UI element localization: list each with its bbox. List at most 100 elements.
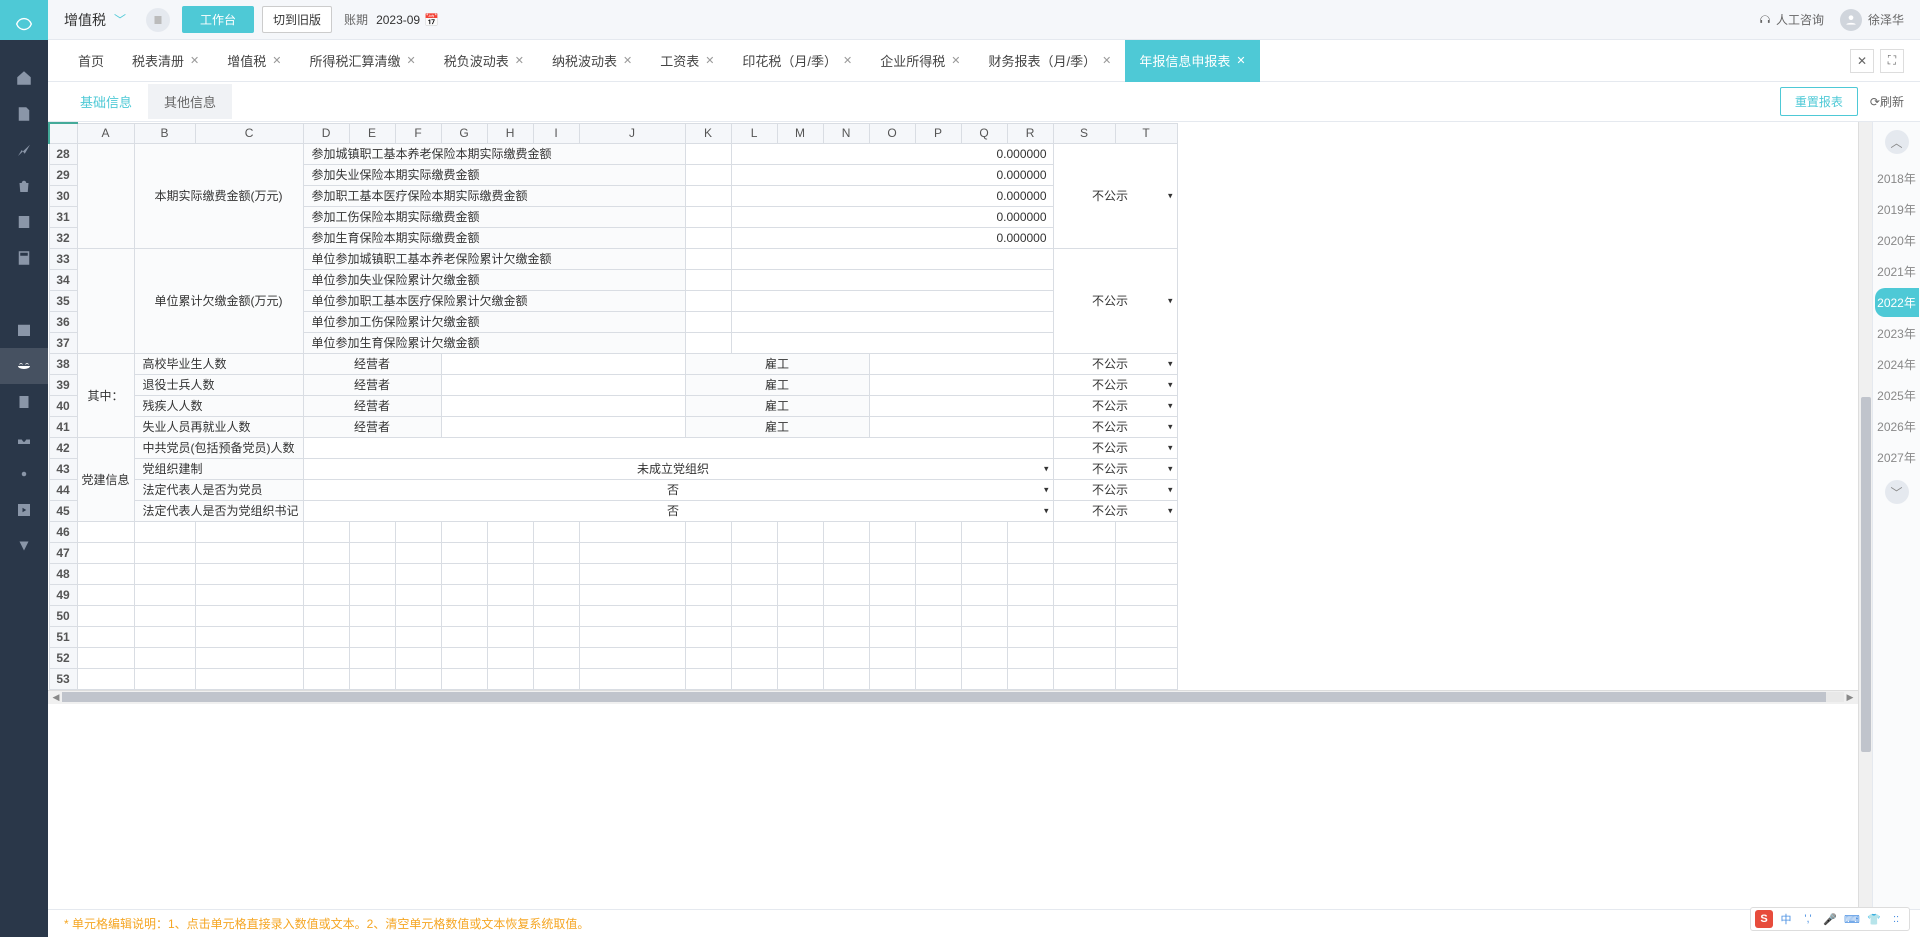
group1-val-4[interactable]: 0.000000 — [731, 227, 1053, 248]
cell[interactable] — [961, 542, 1007, 563]
cell[interactable] — [487, 605, 533, 626]
group4-r3-val[interactable]: 否 — [303, 479, 1053, 500]
cell[interactable] — [1053, 668, 1115, 689]
cell[interactable] — [731, 584, 777, 605]
cell[interactable] — [869, 521, 915, 542]
cell[interactable] — [823, 563, 869, 584]
cell[interactable] — [869, 647, 915, 668]
row-header-44[interactable]: 44 — [49, 479, 77, 500]
group3-row-3[interactable]: 失业人员再就业人数 — [134, 416, 303, 437]
cell[interactable] — [579, 647, 685, 668]
col-header-A[interactable]: A — [77, 123, 134, 143]
group1-val-0[interactable]: 0.000000 — [731, 143, 1053, 164]
cell[interactable] — [1115, 668, 1177, 689]
cell[interactable] — [731, 311, 1053, 332]
group2-row-2[interactable]: 单位参加职工基本医疗保险累计欠缴金额 — [303, 290, 685, 311]
row-header-41[interactable]: 41 — [49, 416, 77, 437]
row-header-30[interactable]: 30 — [49, 185, 77, 206]
cell[interactable] — [685, 227, 731, 248]
cell[interactable] — [961, 521, 1007, 542]
cell[interactable] — [195, 542, 303, 563]
cell[interactable] — [487, 521, 533, 542]
cell[interactable] — [579, 584, 685, 605]
cell[interactable] — [195, 626, 303, 647]
cell[interactable] — [685, 185, 731, 206]
group2-row-0[interactable]: 单位参加城镇职工基本养老保险累计欠缴金额 — [303, 248, 685, 269]
cell[interactable] — [731, 332, 1053, 353]
cell[interactable] — [349, 668, 395, 689]
cell[interactable] — [77, 542, 134, 563]
cell[interactable] — [134, 563, 195, 584]
cell[interactable] — [303, 584, 349, 605]
row-header-29[interactable]: 29 — [49, 164, 77, 185]
year-2027年[interactable]: 2027年 — [1875, 443, 1919, 472]
cell[interactable] — [777, 542, 823, 563]
year-2026年[interactable]: 2026年 — [1875, 412, 1919, 441]
cell[interactable] — [77, 584, 134, 605]
cell[interactable] — [77, 605, 134, 626]
cell[interactable] — [685, 311, 731, 332]
cell[interactable] — [1053, 626, 1115, 647]
cell[interactable] — [579, 542, 685, 563]
col-header-S[interactable]: S — [1053, 123, 1115, 143]
subtab-other[interactable]: 其他信息 — [148, 84, 232, 119]
cell[interactable] — [1053, 563, 1115, 584]
nav-doc-icon[interactable] — [0, 96, 48, 132]
col-header-G[interactable]: G — [441, 123, 487, 143]
cell[interactable]: 不公示 — [1053, 500, 1177, 521]
nav-inbox-icon[interactable] — [0, 420, 48, 456]
year-panel-down-icon[interactable]: ﹀ — [1885, 480, 1909, 504]
cell[interactable] — [823, 521, 869, 542]
group3-col2-1[interactable]: 雇工 — [685, 374, 869, 395]
cell[interactable] — [685, 248, 731, 269]
cell[interactable] — [961, 626, 1007, 647]
cell[interactable] — [195, 563, 303, 584]
cell[interactable] — [685, 542, 731, 563]
nav-calendar-icon[interactable] — [0, 312, 48, 348]
cell[interactable] — [1115, 647, 1177, 668]
group4-r2-val[interactable]: 未成立党组织 — [303, 458, 1053, 479]
nav-bag-icon[interactable] — [0, 168, 48, 204]
row-header-31[interactable]: 31 — [49, 206, 77, 227]
group3-disclose-0[interactable]: 不公示 — [1053, 353, 1177, 374]
row-header-42[interactable]: 42 — [49, 437, 77, 458]
group2-header[interactable]: 单位累计欠缴金额(万元) — [134, 248, 303, 353]
col-header-Q[interactable]: Q — [961, 123, 1007, 143]
row-header-48[interactable]: 48 — [49, 563, 77, 584]
cell[interactable] — [777, 605, 823, 626]
cell[interactable] — [441, 353, 685, 374]
group1-row-2[interactable]: 参加职工基本医疗保险本期实际缴费金额 — [303, 185, 685, 206]
col-header-H[interactable]: H — [487, 123, 533, 143]
cell[interactable] — [777, 521, 823, 542]
cell[interactable] — [395, 542, 441, 563]
cell[interactable] — [395, 584, 441, 605]
cell[interactable] — [823, 584, 869, 605]
tab-6[interactable]: 工资表✕ — [646, 40, 728, 82]
cell[interactable] — [869, 626, 915, 647]
cell[interactable] — [731, 647, 777, 668]
col-header-P[interactable]: P — [915, 123, 961, 143]
cell[interactable]: 不公示 — [1053, 458, 1177, 479]
cell[interactable] — [303, 563, 349, 584]
cell[interactable] — [579, 605, 685, 626]
vertical-scrollbar[interactable] — [1858, 122, 1872, 909]
cell[interactable] — [349, 647, 395, 668]
col-header-N[interactable]: N — [823, 123, 869, 143]
year-2025年[interactable]: 2025年 — [1875, 381, 1919, 410]
row-header-36[interactable]: 36 — [49, 311, 77, 332]
cell[interactable] — [685, 332, 731, 353]
nav-v-icon[interactable] — [0, 528, 48, 564]
cell[interactable] — [869, 353, 1053, 374]
group1-disclose[interactable]: 不公示 — [1053, 143, 1177, 248]
group3-col1-3[interactable]: 经营者 — [303, 416, 441, 437]
tab-8[interactable]: 企业所得税✕ — [866, 40, 974, 82]
cell[interactable] — [579, 626, 685, 647]
cell[interactable] — [441, 374, 685, 395]
cell[interactable] — [869, 542, 915, 563]
hscroll-left-icon[interactable]: ◀ — [50, 692, 62, 703]
cell[interactable] — [915, 605, 961, 626]
tab-10[interactable]: 年报信息申报表✕ — [1125, 40, 1259, 82]
cell[interactable] — [134, 626, 195, 647]
nav-gear-icon[interactable] — [0, 456, 48, 492]
group4-r2[interactable]: 党组织建制 — [134, 458, 303, 479]
